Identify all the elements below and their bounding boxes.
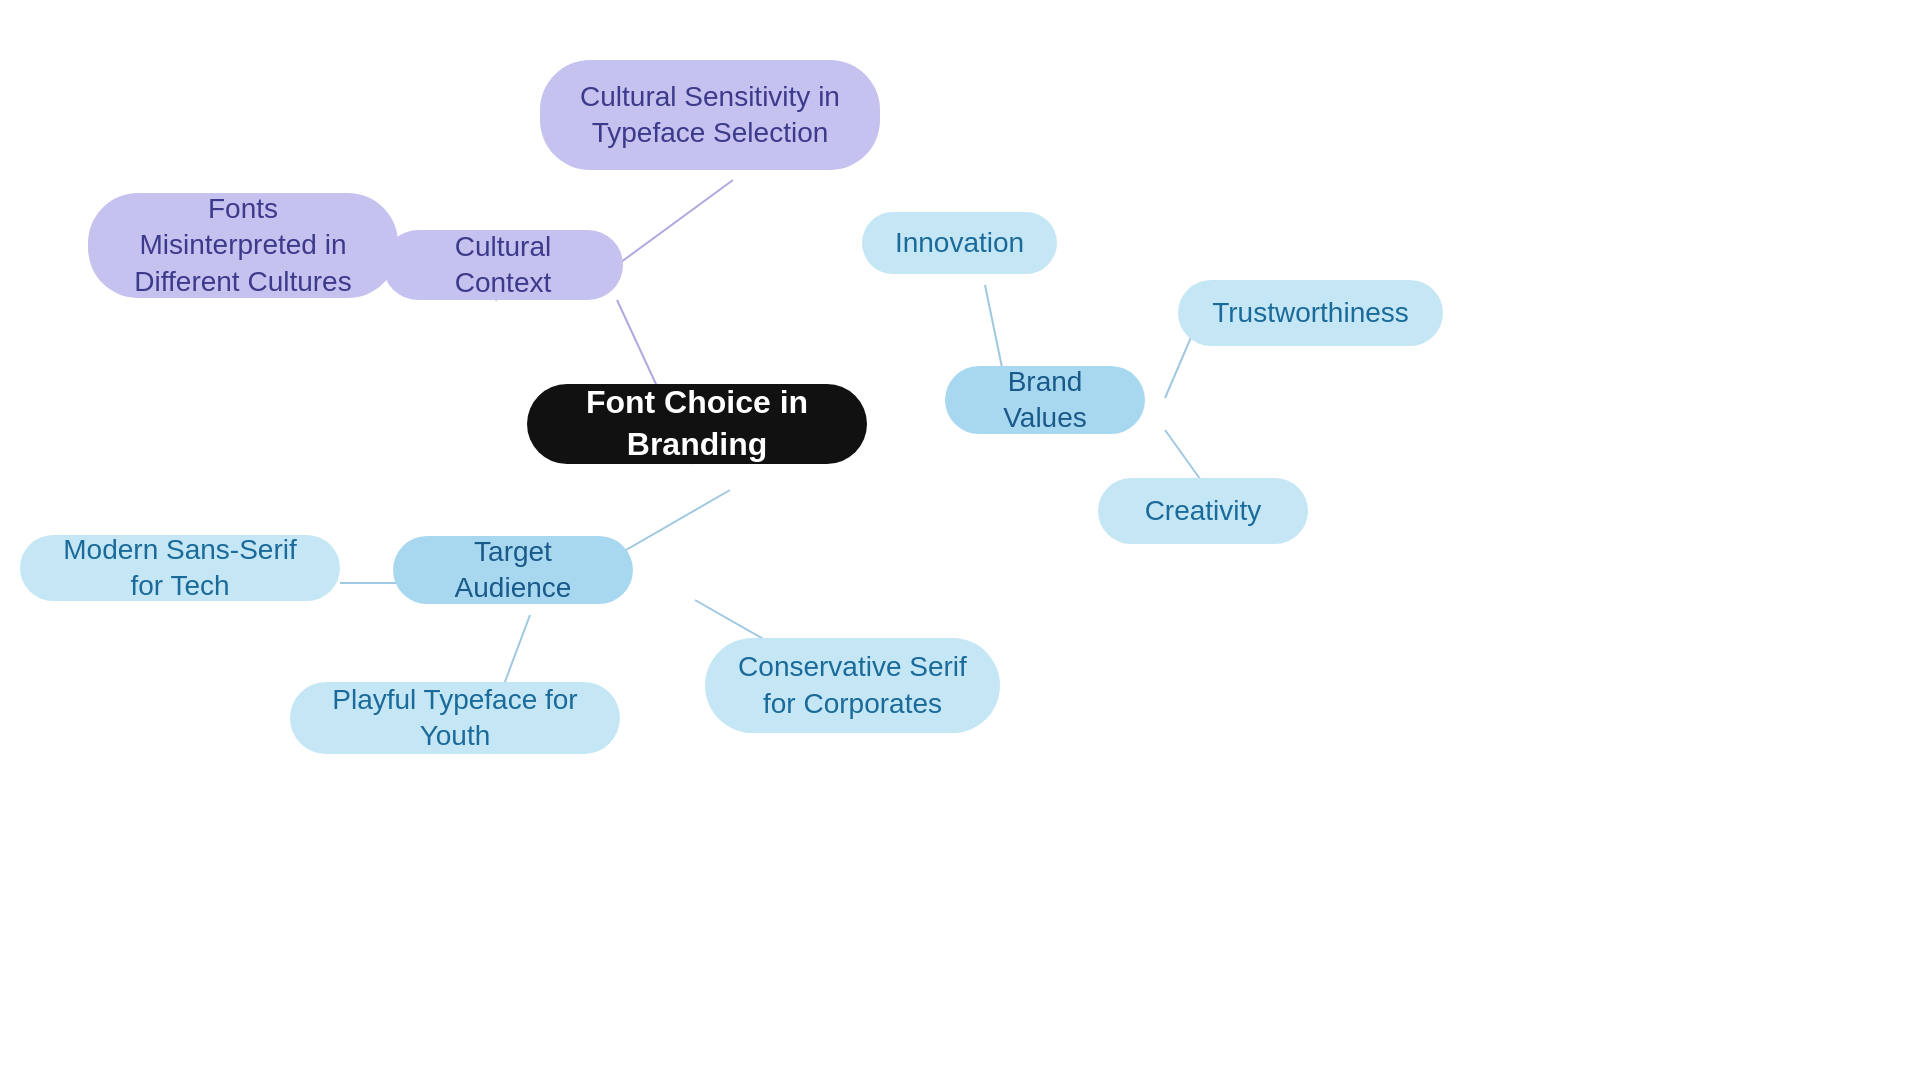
conservative-serif-label: Conservative Serif for Corporates — [733, 649, 972, 722]
playful-typeface-node: Playful Typeface for Youth — [290, 682, 620, 754]
modern-sansserif-label: Modern Sans-Serif for Tech — [48, 532, 312, 605]
playful-typeface-label: Playful Typeface for Youth — [318, 682, 592, 755]
cultural-sensitivity-label: Cultural Sensitivity in Typeface Selecti… — [568, 79, 852, 152]
cultural-context-label: Cultural Context — [411, 229, 595, 302]
cultural-sensitivity-node: Cultural Sensitivity in Typeface Selecti… — [540, 60, 880, 170]
creativity-node: Creativity — [1098, 478, 1308, 544]
center-node: Font Choice in Branding — [527, 384, 867, 464]
cultural-context-node: Cultural Context — [383, 230, 623, 300]
brand-values-node: Brand Values — [945, 366, 1145, 434]
target-audience-node: Target Audience — [393, 536, 633, 604]
modern-sansserif-node: Modern Sans-Serif for Tech — [20, 535, 340, 601]
creativity-label: Creativity — [1145, 493, 1262, 529]
trustworthiness-node: Trustworthiness — [1178, 280, 1443, 346]
target-audience-label: Target Audience — [421, 534, 605, 607]
innovation-label: Innovation — [895, 225, 1024, 261]
conservative-serif-node: Conservative Serif for Corporates — [705, 638, 1000, 733]
brand-values-label: Brand Values — [973, 364, 1117, 437]
innovation-node: Innovation — [862, 212, 1057, 274]
center-node-label: Font Choice in Branding — [579, 382, 815, 465]
trustworthiness-label: Trustworthiness — [1212, 295, 1409, 331]
fonts-misinterpreted-label: Fonts Misinterpreted in Different Cultur… — [116, 191, 370, 300]
fonts-misinterpreted-node: Fonts Misinterpreted in Different Cultur… — [88, 193, 398, 298]
svg-line-1 — [617, 180, 733, 265]
